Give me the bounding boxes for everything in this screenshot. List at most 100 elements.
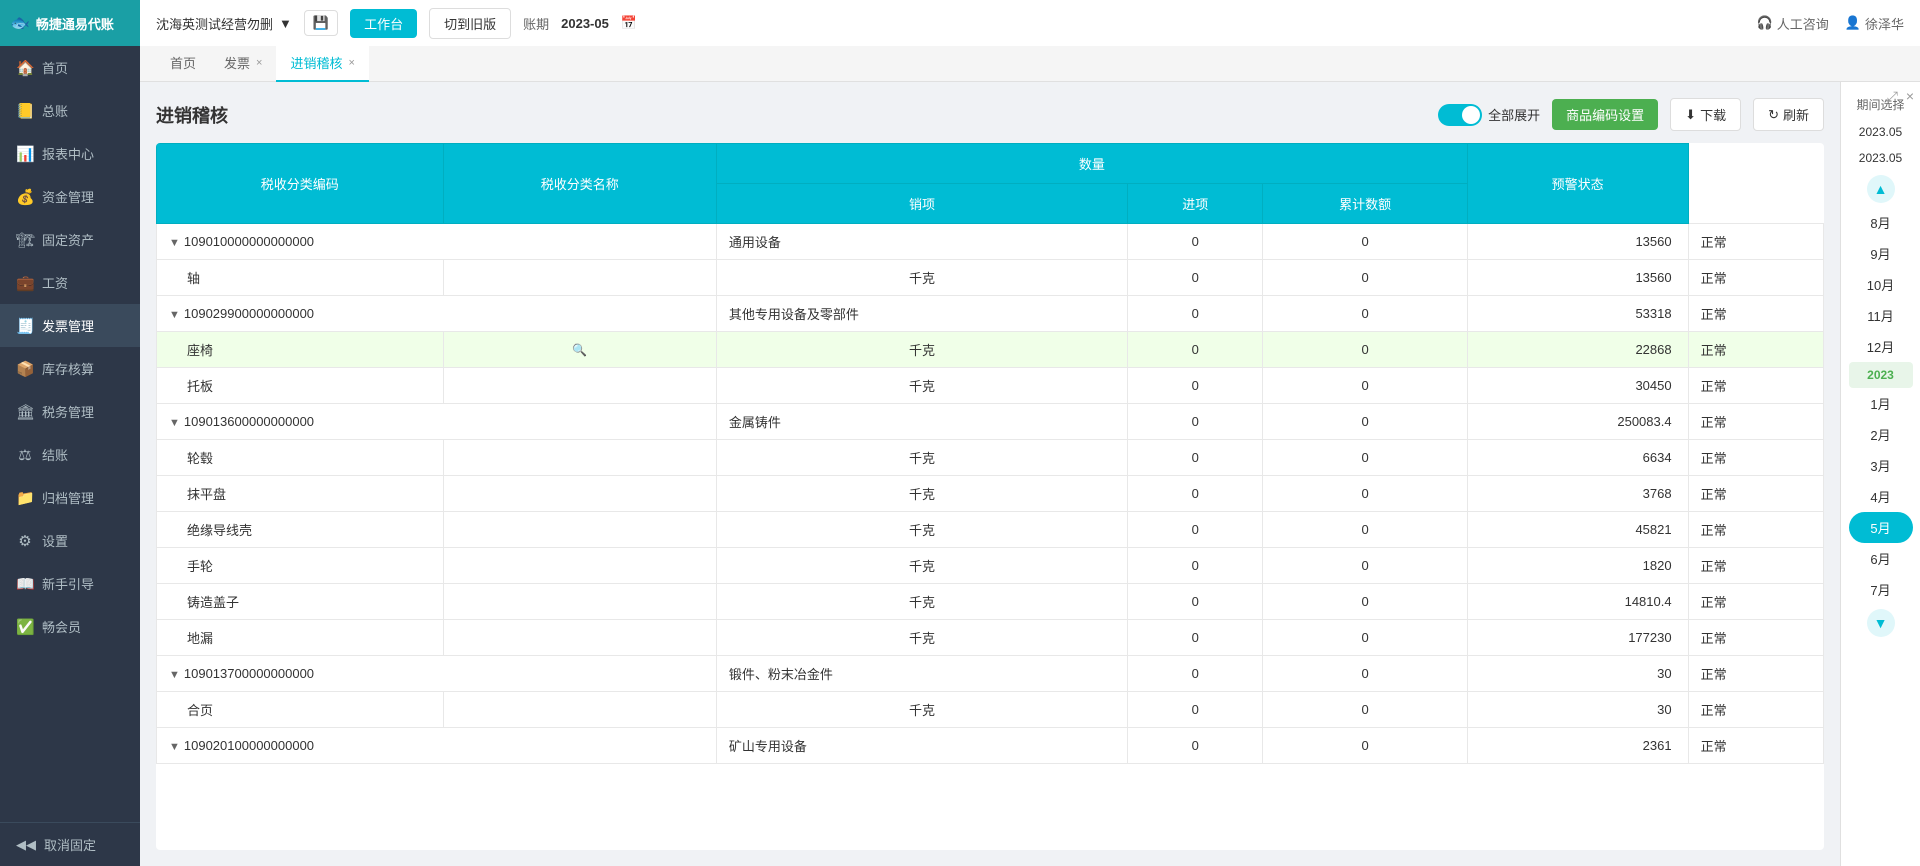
refresh-label: 刷新 <box>1783 105 1809 124</box>
expand-icon[interactable]: ▼ <box>169 237 180 249</box>
search-icon[interactable]: 🔍 <box>572 343 587 357</box>
cell-name: 座椅 <box>157 332 444 368</box>
period-11[interactable]: 11月 <box>1849 300 1913 331</box>
cell-status: 正常 <box>1688 332 1823 368</box>
period-10[interactable]: 10月 <box>1849 269 1913 300</box>
period-9[interactable]: 9月 <box>1849 238 1913 269</box>
tab-invoice[interactable]: 发票 × <box>210 46 276 82</box>
user-profile[interactable]: 👤 徐泽华 <box>1845 14 1904 33</box>
service-label: 人工咨询 <box>1777 14 1829 33</box>
refresh-button[interactable]: ↻ 刷新 <box>1753 98 1824 131</box>
expand-icon[interactable]: ▼ <box>169 741 180 753</box>
cell-status: 正常 <box>1688 692 1823 728</box>
cell-name: 地漏 <box>157 620 444 656</box>
cell-purchase: 0 <box>1263 368 1467 404</box>
sidebar-item-assets[interactable]: 🏗 固定资产 <box>0 218 140 261</box>
sidebar-item-label: 报表中心 <box>42 144 94 163</box>
sidebar-item-settlement[interactable]: ⚖ 结账 <box>0 433 140 476</box>
topbar-right: 🎧 人工咨询 👤 徐泽华 <box>1757 14 1904 33</box>
close-panel-button[interactable]: × <box>1906 88 1914 104</box>
cell-code: ▼109029900000000000 <box>157 296 717 332</box>
cell-total: 14810.4 <box>1467 584 1688 620</box>
sidebar-item-payroll[interactable]: 💼 工资 <box>0 261 140 304</box>
period-7[interactable]: 7月 <box>1849 574 1913 605</box>
period-12[interactable]: 12月 <box>1849 331 1913 362</box>
cell-total: 13560 <box>1467 224 1688 260</box>
tab-home[interactable]: 首页 <box>156 46 210 82</box>
expand-icon[interactable]: ▼ <box>169 669 180 681</box>
tab-reconcile[interactable]: 进销稽核 × <box>276 46 368 82</box>
assets-icon: 🏗 <box>16 231 34 249</box>
period-8[interactable]: 8月 <box>1849 207 1913 238</box>
cell-status: 正常 <box>1688 296 1823 332</box>
period-4[interactable]: 4月 <box>1849 481 1913 512</box>
sidebar-item-tax[interactable]: 🏛 税务管理 <box>0 390 140 433</box>
cell-purchase: 0 <box>1263 476 1467 512</box>
sidebar-item-inventory[interactable]: 📦 库存核算 <box>0 347 140 390</box>
service-button[interactable]: 🎧 人工咨询 <box>1757 14 1829 33</box>
tab-invoice-close[interactable]: × <box>256 57 262 69</box>
cell-search <box>443 260 716 296</box>
product-code-button[interactable]: 商品编码设置 <box>1552 99 1658 130</box>
tab-reconcile-close[interactable]: × <box>348 57 354 69</box>
cell-name: 绝缘导线壳 <box>157 512 444 548</box>
table-row: 合页 千克 0 0 30 正常 <box>157 692 1824 728</box>
sidebar-item-guide[interactable]: 📖 新手引导 <box>0 562 140 605</box>
sidebar-item-archive[interactable]: 📁 归档管理 <box>0 476 140 519</box>
period-2023-05-a[interactable]: 2023.05 <box>1849 119 1913 145</box>
table-row: 座椅 🔍 千克 0 0 22868 正常 <box>157 332 1824 368</box>
expand-toggle[interactable] <box>1438 104 1482 126</box>
period-1[interactable]: 1月 <box>1849 388 1913 419</box>
col-quantity-group: 数量 <box>716 144 1467 184</box>
sidebar-item-invoice[interactable]: 🧾 发票管理 <box>0 304 140 347</box>
cell-unit: 千克 <box>716 512 1127 548</box>
cell-purchase: 0 <box>1263 656 1467 692</box>
period-6[interactable]: 6月 <box>1849 543 1913 574</box>
cell-total: 30 <box>1467 656 1688 692</box>
expand-icon[interactable]: ▼ <box>169 309 180 321</box>
cell-search <box>443 584 716 620</box>
cell-sales: 0 <box>1128 224 1263 260</box>
period-3[interactable]: 3月 <box>1849 450 1913 481</box>
cell-purchase: 0 <box>1263 260 1467 296</box>
sidebar-item-label: 税务管理 <box>42 402 94 421</box>
company-selector[interactable]: 沈海英测试经营勿删 ▼ <box>156 14 292 33</box>
calendar-icon[interactable]: 📅 <box>621 15 637 31</box>
settlement-icon: ⚖ <box>16 446 34 464</box>
col-sales: 销项 <box>716 184 1127 224</box>
cell-status: 正常 <box>1688 620 1823 656</box>
download-button[interactable]: ⬇ 下载 <box>1670 98 1741 131</box>
expand-icon[interactable]: ▼ <box>169 417 180 429</box>
scroll-down-button[interactable]: ▼ <box>1867 609 1895 637</box>
settings-icon: ⚙ <box>16 532 34 550</box>
sidebar-item-settings[interactable]: ⚙ 设置 <box>0 519 140 562</box>
cell-total: 6634 <box>1467 440 1688 476</box>
cell-unit: 千克 <box>716 332 1127 368</box>
period-2023-05-b[interactable]: 2023.05 <box>1849 145 1913 171</box>
sidebar-item-ledger[interactable]: 📒 总账 <box>0 89 140 132</box>
sidebar-nav: 🏠 首页 📒 总账 📊 报表中心 💰 资金管理 🏗 固定资产 💼 工资 🧾 发票… <box>0 46 140 822</box>
scroll-up-button[interactable]: ▲ <box>1867 175 1895 203</box>
workspace-button[interactable]: 工作台 <box>350 9 417 38</box>
sidebar-item-label: 总账 <box>42 101 68 120</box>
expand-panel-button[interactable]: ⤢ <box>1887 88 1898 105</box>
period-2[interactable]: 2月 <box>1849 419 1913 450</box>
save-draft-button[interactable]: 💾 <box>304 10 338 36</box>
sidebar-item-funds[interactable]: 💰 资金管理 <box>0 175 140 218</box>
sidebar-item-member[interactable]: ✅ 畅会员 <box>0 605 140 648</box>
topbar: 沈海英测试经营勿删 ▼ 💾 工作台 切到旧版 账期 2023-05 📅 🎧 人工… <box>140 0 1920 46</box>
period-5[interactable]: 5月 <box>1849 512 1913 543</box>
cell-name: 锻件、粉末冶金件 <box>716 656 1127 692</box>
download-label: 下载 <box>1700 105 1726 124</box>
sidebar-unpin[interactable]: ◀◀ 取消固定 <box>0 822 140 866</box>
table-row: 铸造盖子 千克 0 0 14810.4 正常 <box>157 584 1824 620</box>
table-row: ▼109013600000000000 金属铸件 0 0 250083.4 正常 <box>157 404 1824 440</box>
cell-total: 53318 <box>1467 296 1688 332</box>
table-row: 手轮 千克 0 0 1820 正常 <box>157 548 1824 584</box>
cell-sales: 0 <box>1128 656 1263 692</box>
old-version-button[interactable]: 切到旧版 <box>429 8 511 39</box>
cell-status: 正常 <box>1688 728 1823 764</box>
sidebar-item-home[interactable]: 🏠 首页 <box>0 46 140 89</box>
cell-search <box>443 476 716 512</box>
sidebar-item-reports[interactable]: 📊 报表中心 <box>0 132 140 175</box>
